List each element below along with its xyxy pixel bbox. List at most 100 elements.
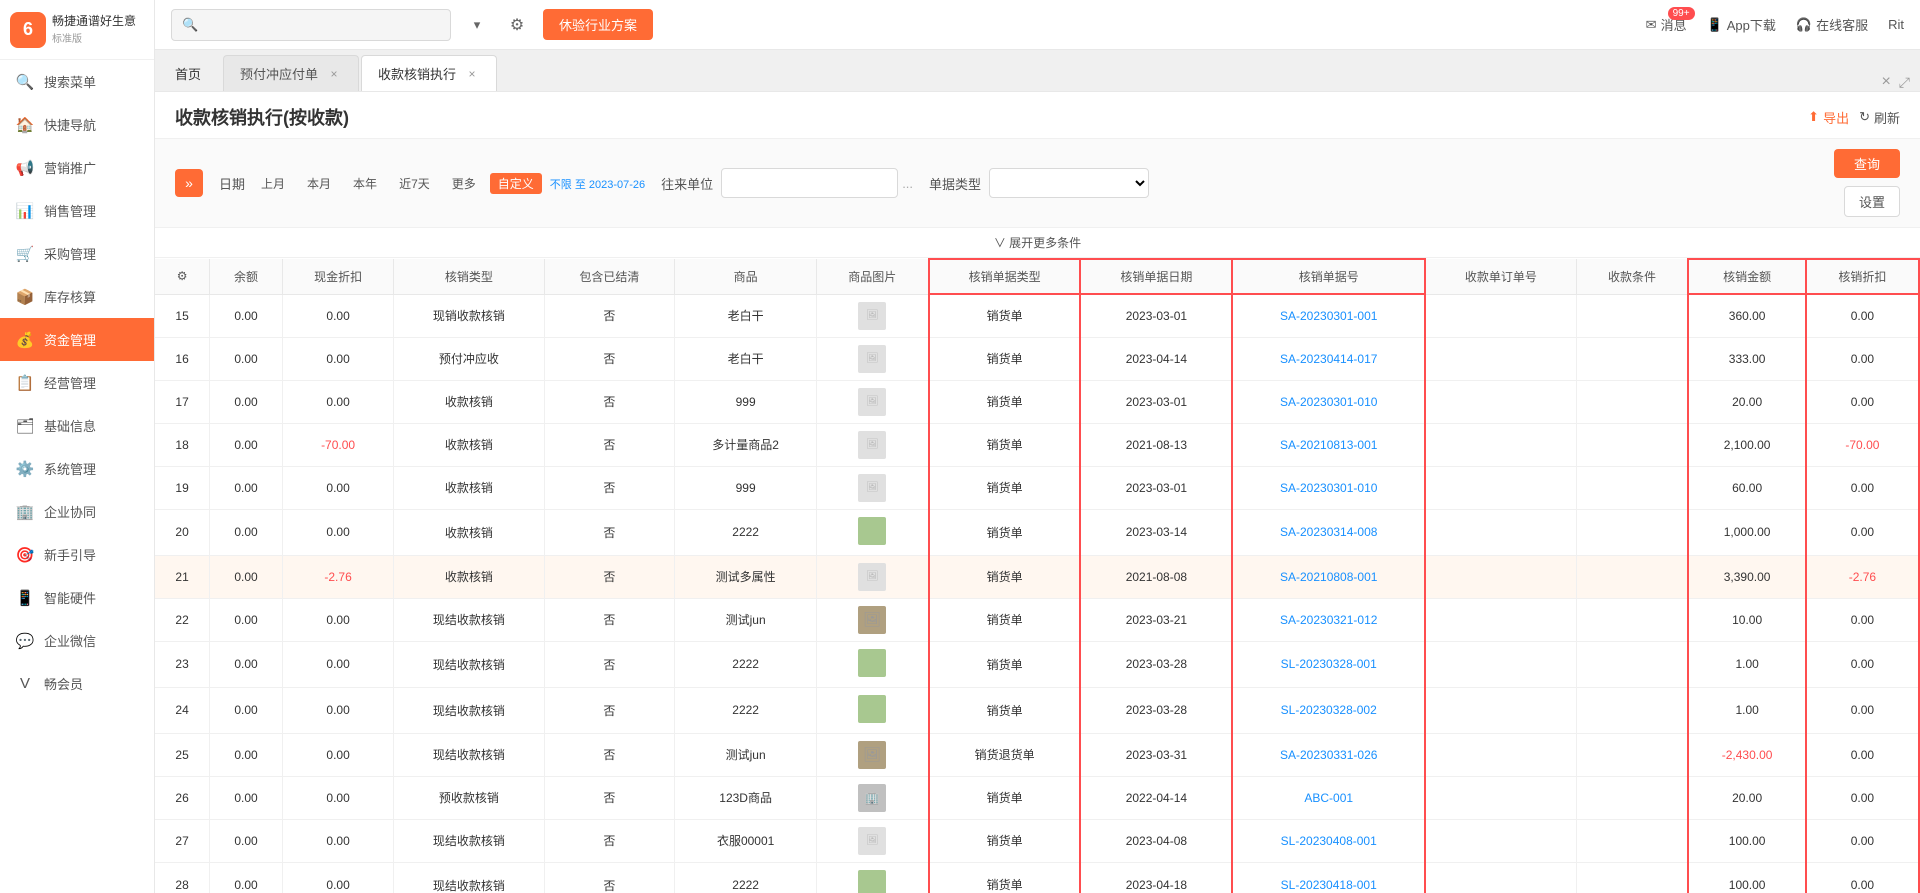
hardware-icon: 📱	[16, 589, 34, 607]
funds-icon: 💰	[16, 331, 34, 349]
sidebar-item-base[interactable]: 🗂 基础信息	[0, 404, 154, 447]
table-row: 150.000.00现销收款核销否老白干🖼销货单2023-03-01SA-202…	[155, 294, 1919, 337]
sidebar-item-guide[interactable]: 🎯 新手引导	[0, 533, 154, 576]
write-off-discount-cell: 0.00	[1806, 733, 1919, 776]
query-button[interactable]: 查询	[1834, 149, 1900, 178]
sidebar-item-wechat[interactable]: 💬 企业微信	[0, 619, 154, 662]
sidebar-item-search[interactable]: 🔍 搜索菜单	[0, 60, 154, 103]
expand-more-button[interactable]: ∨ 展开更多条件	[155, 228, 1920, 258]
date-7days[interactable]: 近7天	[391, 173, 438, 194]
refresh-button[interactable]: ↻ 刷新	[1859, 108, 1900, 127]
sidebar-item-sales[interactable]: 📊 销售管理	[0, 189, 154, 232]
write-off-type-cell: 现结收款核销	[394, 733, 544, 776]
sales-icon: 📊	[16, 202, 34, 220]
partner-dots[interactable]: ...	[902, 176, 913, 191]
seq-cell: 19	[155, 466, 210, 509]
bill-no-cell: SA-20230301-010	[1232, 380, 1425, 423]
write-off-discount-cell: 0.00	[1806, 466, 1919, 509]
goods-img-cell	[816, 862, 928, 893]
bill-no-link[interactable]: SA-20230301-010	[1280, 481, 1377, 495]
col-header-receipt-cond: 收款条件	[1576, 259, 1688, 294]
tab-prepay[interactable]: 预付冲应付单 ×	[223, 55, 359, 91]
sidebar-item-member[interactable]: V 畅会员	[0, 662, 154, 705]
tab-receipts-close[interactable]: ×	[464, 66, 480, 82]
write-off-type-cell: 现结收款核销	[394, 598, 544, 641]
bill-no-link[interactable]: SL-20230408-001	[1281, 834, 1377, 848]
filter-toggle-button[interactable]: »	[175, 169, 203, 197]
table-row: 210.00-2.76收款核销否测试多属性🖼销货单2021-08-08SA-20…	[155, 555, 1919, 598]
sidebar-item-system[interactable]: ⚙️ 系统管理	[0, 447, 154, 490]
bill-no-link[interactable]: SA-20230301-001	[1280, 309, 1377, 323]
sidebar-item-inventory[interactable]: 📦 库存核算	[0, 275, 154, 318]
main-content: 🔍 ▾ ⚙ 休验行业方案 ✉ 消息 99+ 📱 App下载 🎧 在线客服 Rit	[155, 0, 1920, 893]
write-off-amount-cell: 1,000.00	[1688, 509, 1805, 555]
bill-no-link[interactable]: ABC-001	[1304, 791, 1353, 805]
online-service-button[interactable]: 🎧 在线客服	[1796, 15, 1868, 34]
cash-discount-cell: 0.00	[282, 337, 393, 380]
cash-discount-cell: 0.00	[282, 598, 393, 641]
page-title: 收款核销执行(按收款)	[175, 104, 349, 130]
sidebar-item-hardware[interactable]: 📱 智能硬件	[0, 576, 154, 619]
date-this-month[interactable]: 本月	[299, 173, 339, 194]
date-custom[interactable]: 自定义	[490, 173, 542, 194]
write-off-discount-cell: 0.00	[1806, 598, 1919, 641]
sidebar-item-operations[interactable]: 📋 经营管理	[0, 361, 154, 404]
dropdown-chevron[interactable]: ▾	[463, 11, 491, 39]
inventory-icon: 📦	[16, 288, 34, 306]
app-logo: 6 畅捷通谱好生意 标准版	[0, 0, 154, 60]
balance-cell: 0.00	[210, 509, 283, 555]
goods-img-cell: 🖼	[816, 294, 928, 337]
user-name[interactable]: Rit	[1888, 17, 1904, 32]
write-off-discount-cell: 0.00	[1806, 776, 1919, 819]
tab-prepay-close[interactable]: ×	[326, 66, 342, 82]
tab-home[interactable]: 首页	[155, 55, 221, 91]
gear-icon[interactable]: ⚙	[503, 11, 531, 39]
seq-cell: 24	[155, 687, 210, 733]
bill-no-link[interactable]: SA-20210813-001	[1280, 438, 1377, 452]
col-header-goods-img: 商品图片	[816, 259, 928, 294]
bill-date-cell: 2021-08-13	[1080, 423, 1232, 466]
bill-type-cell: 销货单	[929, 687, 1081, 733]
message-button[interactable]: ✉ 消息 99+	[1646, 15, 1687, 34]
bill-no-link[interactable]: SL-20230328-001	[1281, 657, 1377, 671]
bill-no-link[interactable]: SA-20230321-012	[1280, 613, 1377, 627]
bill-no-link[interactable]: SA-20230414-017	[1280, 352, 1377, 366]
export-button[interactable]: ⬆ 导出	[1808, 108, 1849, 127]
bill-no-link[interactable]: SL-20230418-001	[1281, 878, 1377, 892]
table-row: 230.000.00现结收款核销否2222销货单2023-03-28SL-202…	[155, 641, 1919, 687]
write-off-amount-cell: 60.00	[1688, 466, 1805, 509]
bill-no-link[interactable]: SA-20230301-010	[1280, 395, 1377, 409]
date-this-year[interactable]: 本年	[345, 173, 385, 194]
bill-no-cell: SL-20230328-001	[1232, 641, 1425, 687]
topbar-search-box[interactable]: 🔍	[171, 9, 451, 41]
tab-receipts[interactable]: 收款核销执行 ×	[361, 55, 497, 91]
goods-cell: 2222	[675, 687, 817, 733]
bill-no-link[interactable]: SL-20230328-002	[1281, 703, 1377, 717]
sidebar-item-funds[interactable]: 💰 资金管理	[0, 318, 154, 361]
bill-date-cell: 2023-03-21	[1080, 598, 1232, 641]
date-prev-month[interactable]: 上月	[253, 173, 293, 194]
bill-type-cell: 销货单	[929, 819, 1081, 862]
write-off-amount-cell: 3,390.00	[1688, 555, 1805, 598]
setting-button[interactable]: 设置	[1844, 186, 1900, 217]
bill-type-select[interactable]	[989, 168, 1149, 198]
sidebar-item-corp[interactable]: 🏢 企业协同	[0, 490, 154, 533]
sidebar-item-purchase[interactable]: 🛒 采购管理	[0, 232, 154, 275]
industry-btn[interactable]: 休验行业方案	[543, 9, 653, 40]
goods-image: 🖼	[858, 606, 886, 634]
sidebar-item-quick[interactable]: 🏠 快捷导航	[0, 103, 154, 146]
sidebar-item-marketing[interactable]: 📢 营销推广	[0, 146, 154, 189]
tab-close-icon[interactable]: ×	[1881, 73, 1890, 91]
app-download-button[interactable]: 📱 App下载	[1707, 15, 1776, 34]
write-off-type-cell: 收款核销	[394, 380, 544, 423]
tab-expand-icon[interactable]: ⤢	[1899, 74, 1910, 91]
sidebar-item-label: 库存核算	[44, 287, 96, 306]
col-header-write-off-type: 核销类型	[394, 259, 544, 294]
bill-no-link[interactable]: SA-20210808-001	[1280, 570, 1377, 584]
bill-no-link[interactable]: SA-20230314-008	[1280, 525, 1377, 539]
write-off-discount-cell: 0.00	[1806, 337, 1919, 380]
bill-no-link[interactable]: SA-20230331-026	[1280, 748, 1377, 762]
date-more[interactable]: 更多	[444, 173, 484, 194]
search-input[interactable]	[202, 18, 440, 32]
partner-input[interactable]	[721, 168, 898, 198]
